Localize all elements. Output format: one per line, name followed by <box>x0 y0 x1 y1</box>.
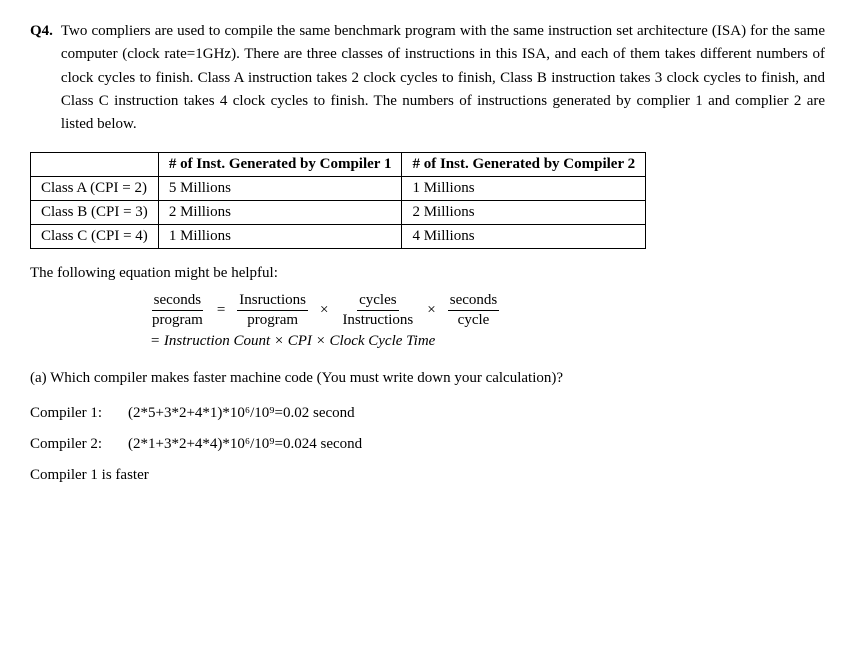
frac4-num: seconds <box>448 292 500 311</box>
table-cell-compiler2: 1 Millions <box>402 177 646 201</box>
table-cell-compiler1: 1 Millions <box>158 225 402 249</box>
table-header-col1 <box>31 153 159 177</box>
table-cell-label: Class A (CPI = 2) <box>31 177 159 201</box>
table-cell-compiler1: 2 Millions <box>158 201 402 225</box>
conclusion: Compiler 1 is faster <box>30 467 825 484</box>
compiler1-label: Compiler 1: <box>30 405 120 422</box>
frac1-den: program <box>150 311 205 329</box>
frac2-den: program <box>245 311 300 329</box>
question-text: Two compliers are used to compile the sa… <box>61 20 825 136</box>
table-row: Class A (CPI = 2)5 Millions1 Millions <box>31 177 646 201</box>
part-a-block: (a) Which compiler makes faster machine … <box>30 370 825 484</box>
times2: × <box>423 302 439 319</box>
table-body: Class A (CPI = 2)5 Millions1 MillionsCla… <box>31 177 646 249</box>
table-cell-label: Class B (CPI = 3) <box>31 201 159 225</box>
compiler2-line: Compiler 2: (2*1+3*2+4*4)*10⁶/10⁹=0.024 … <box>30 436 825 453</box>
question-header: Q4. Two compliers are used to compile th… <box>30 20 825 136</box>
compiler1-line: Compiler 1: (2*5+3*2+4*1)*10⁶/10⁹=0.02 s… <box>30 405 825 422</box>
frac2-num: Insructions <box>237 292 308 311</box>
compiler2-calc: (2*1+3*2+4*4)*10⁶/10⁹=0.024 second <box>128 436 362 453</box>
question-label: Q4. <box>30 20 53 136</box>
compiler1-calc: (2*5+3*2+4*1)*10⁶/10⁹=0.02 second <box>128 405 355 422</box>
frac4-den: cycle <box>456 311 492 329</box>
table-cell-label: Class C (CPI = 4) <box>31 225 159 249</box>
part-a-question: (a) Which compiler makes faster machine … <box>30 370 825 387</box>
fraction-instructions-program: Insructions program <box>237 292 308 329</box>
equation-intro: The following equation might be helpful: <box>30 265 825 282</box>
table-header-col2: # of Inst. Generated by Compiler 1 <box>158 153 402 177</box>
fraction-row: seconds program = Insructions program × … <box>150 292 499 329</box>
fraction-cycles-instructions: cycles Instructions <box>340 292 415 329</box>
equation-container: seconds program = Insructions program × … <box>30 292 825 350</box>
frac3-den: Instructions <box>340 311 415 329</box>
table-cell-compiler2: 4 Millions <box>402 225 646 249</box>
frac1-num: seconds <box>152 292 204 311</box>
question-block: Q4. Two compliers are used to compile th… <box>30 20 825 136</box>
table-cell-compiler1: 5 Millions <box>158 177 402 201</box>
instruction-table: # of Inst. Generated by Compiler 1 # of … <box>30 152 646 249</box>
compiler2-label: Compiler 2: <box>30 436 120 453</box>
table-header-col3: # of Inst. Generated by Compiler 2 <box>402 153 646 177</box>
table-header-row: # of Inst. Generated by Compiler 1 # of … <box>31 153 646 177</box>
frac3-num: cycles <box>357 292 398 311</box>
table-row: Class B (CPI = 3)2 Millions2 Millions <box>31 201 646 225</box>
table-row: Class C (CPI = 4)1 Millions4 Millions <box>31 225 646 249</box>
times1: × <box>316 302 332 319</box>
table-cell-compiler2: 2 Millions <box>402 201 646 225</box>
italic-equation: = Instruction Count × CPI × Clock Cycle … <box>150 333 435 350</box>
fraction-seconds-program: seconds program <box>150 292 205 329</box>
equals-sign: = <box>213 302 229 319</box>
fraction-seconds-cycle: seconds cycle <box>448 292 500 329</box>
equation-section: The following equation might be helpful:… <box>30 265 825 350</box>
